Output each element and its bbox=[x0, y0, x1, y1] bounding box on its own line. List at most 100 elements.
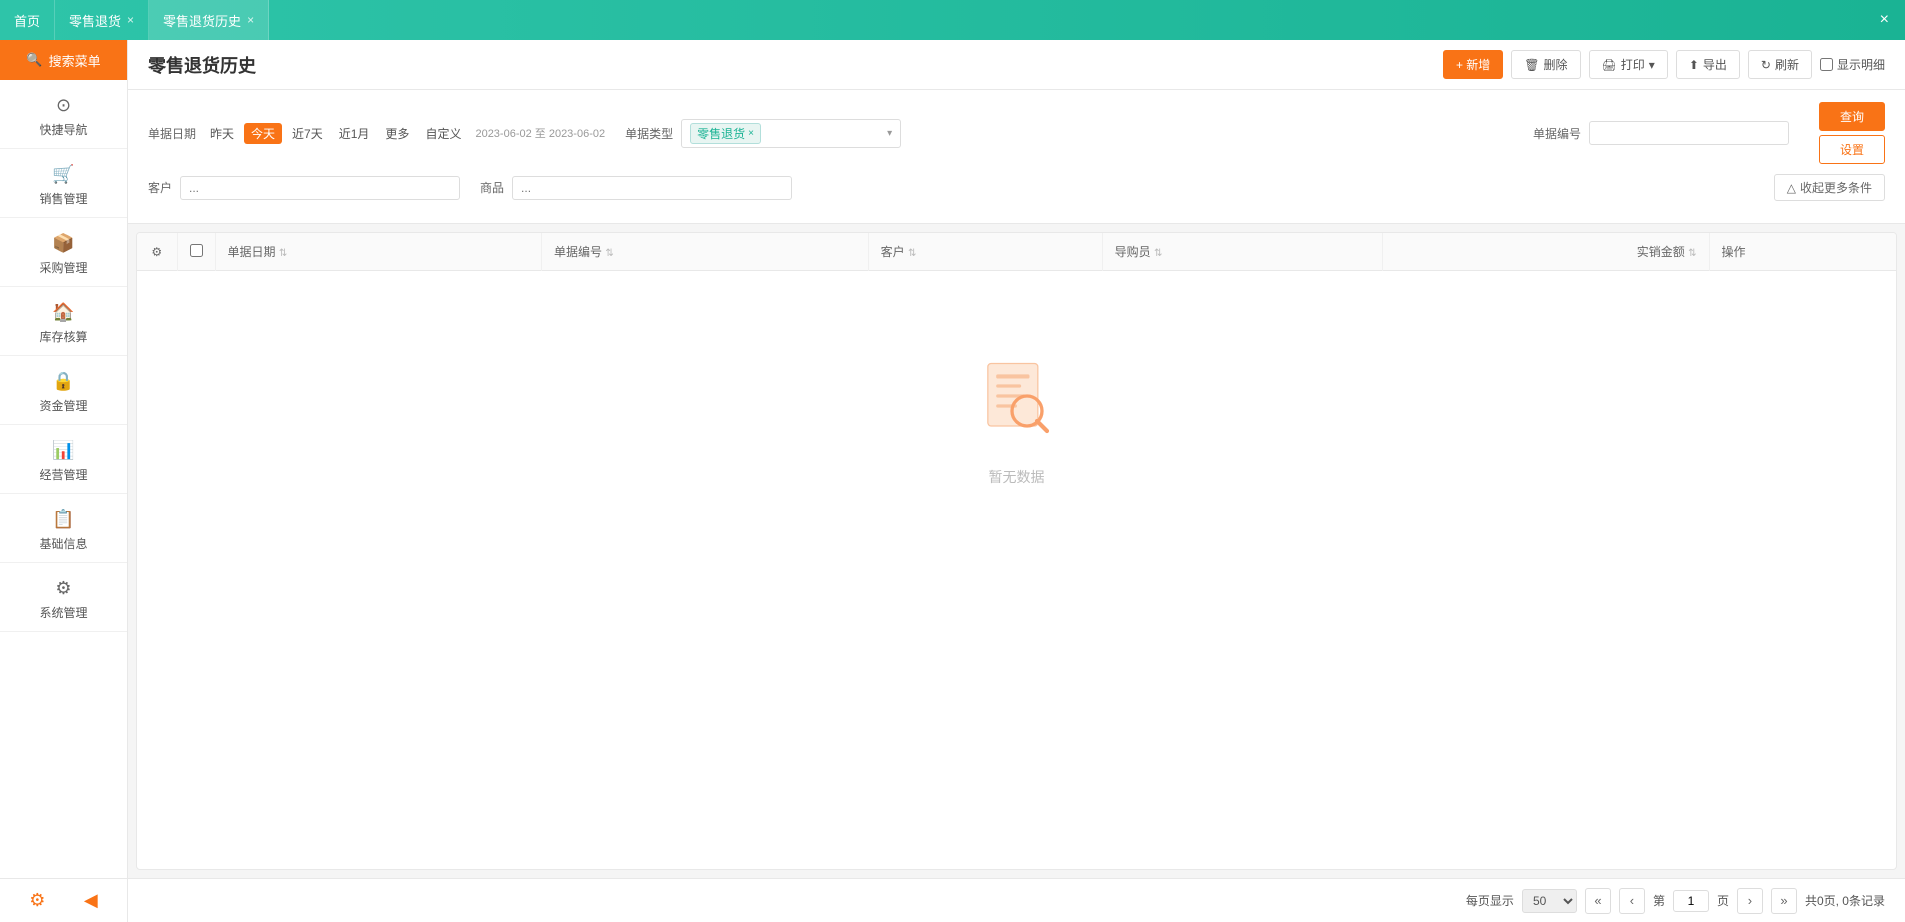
tab-retail-return-history[interactable]: 零售退货历史 × bbox=[149, 0, 269, 40]
refresh-button[interactable]: ↻ 刷新 bbox=[1748, 50, 1812, 79]
total-info: 共0页, 0条记录 bbox=[1805, 892, 1885, 909]
query-button[interactable]: 查询 bbox=[1819, 102, 1885, 131]
goods-filter-field: 商品 bbox=[480, 176, 792, 200]
th-doc-number[interactable]: 单据编号 bbox=[542, 233, 869, 271]
refresh-icon: ↻ bbox=[1761, 58, 1771, 72]
filter-row-1: 单据日期 昨天 今天 近7天 近1月 更多 自定义 2023-06-02 至 2… bbox=[148, 102, 1885, 164]
doc-type-tag-retail-return: 零售退货 × bbox=[690, 123, 761, 144]
collapse-filter-button[interactable]: △ 收起更多条件 bbox=[1774, 174, 1885, 201]
date-filter-field: 单据日期 昨天 今天 近7天 近1月 更多 自定义 2023-06-02 至 2… bbox=[148, 123, 605, 144]
top-bar: 首页 零售退货 × 零售退货历史 × × bbox=[0, 0, 1905, 40]
th-amount[interactable]: 实销金额 bbox=[1382, 233, 1709, 271]
system-mgmt-icon: ⚙ bbox=[53, 577, 75, 599]
customer-filter-field: 客户 bbox=[148, 176, 460, 200]
empty-state: 暂无数据 bbox=[137, 271, 1896, 567]
print-chevron: ▾ bbox=[1649, 58, 1655, 72]
select-all-checkbox[interactable] bbox=[190, 244, 203, 257]
finance-icon: 🔒 bbox=[53, 370, 75, 392]
sidebar-item-quick-nav[interactable]: ⊙ 快捷导航 bbox=[0, 80, 127, 149]
show-detail-checkbox-label: 显示明细 bbox=[1820, 56, 1885, 73]
inventory-icon: 🏠 bbox=[53, 301, 75, 323]
next-page-button[interactable]: › bbox=[1737, 888, 1763, 914]
show-detail-checkbox[interactable] bbox=[1820, 58, 1833, 71]
print-icon: 🖨 bbox=[1602, 58, 1617, 72]
date-quick-buttons: 昨天 今天 近7天 近1月 更多 自定义 2023-06-02 至 2023-0… bbox=[204, 123, 605, 144]
doc-type-select[interactable]: 零售退货 × ▾ bbox=[681, 119, 901, 148]
doc-type-chevron: ▾ bbox=[887, 128, 892, 139]
sidebar-item-purchase-mgmt[interactable]: 📦 采购管理 bbox=[0, 218, 127, 287]
date-btn-more[interactable]: 更多 bbox=[379, 123, 415, 144]
th-actions: 操作 bbox=[1709, 233, 1896, 271]
remove-doc-type-tag[interactable]: × bbox=[748, 128, 754, 139]
doc-type-filter-field: 单据类型 零售退货 × ▾ bbox=[625, 119, 945, 148]
page-size-select[interactable]: 20 50 100 bbox=[1522, 889, 1577, 913]
page-header: 零售退货历史 + 新增 🗑 删除 🖨 打印 ▾ ⬆ 导出 ↻ bbox=[128, 40, 1905, 90]
print-button[interactable]: 🖨 打印 ▾ bbox=[1589, 50, 1668, 79]
empty-text: 暂无数据 bbox=[989, 467, 1045, 487]
sidebar-item-finance[interactable]: 🔒 资金管理 bbox=[0, 356, 127, 425]
export-icon: ⬆ bbox=[1689, 58, 1699, 72]
th-customer[interactable]: 客户 bbox=[868, 233, 1102, 271]
date-btn-1month[interactable]: 近1月 bbox=[333, 123, 376, 144]
empty-illustration bbox=[967, 351, 1067, 451]
export-button[interactable]: ⬆ 导出 bbox=[1676, 50, 1740, 79]
table-body: 暂无数据 bbox=[137, 271, 1896, 568]
basic-info-icon: 📋 bbox=[53, 508, 75, 530]
tab-retail-return[interactable]: 零售退货 × bbox=[55, 0, 149, 40]
sidebar-item-basic-info[interactable]: 📋 基础信息 bbox=[0, 494, 127, 563]
sales-icon: 🛒 bbox=[53, 163, 75, 185]
collapse-sidebar-icon[interactable]: ◀ bbox=[84, 890, 98, 911]
search-icon: 🔍 bbox=[26, 52, 42, 68]
quick-nav-icon: ⊙ bbox=[53, 94, 75, 116]
table-container: ⚙ 单据日期 单据编号 客户 bbox=[136, 232, 1897, 870]
purchase-icon: 📦 bbox=[53, 232, 75, 254]
doc-number-input[interactable] bbox=[1589, 121, 1789, 145]
data-table: ⚙ 单据日期 单据编号 客户 bbox=[137, 233, 1896, 567]
first-page-button[interactable]: « bbox=[1585, 888, 1611, 914]
column-settings-icon[interactable]: ⚙ bbox=[151, 245, 162, 259]
date-btn-yesterday[interactable]: 昨天 bbox=[204, 123, 240, 144]
close-tab-retail-return-history[interactable]: × bbox=[247, 13, 254, 27]
last-page-button[interactable]: » bbox=[1771, 888, 1797, 914]
current-page-input[interactable] bbox=[1673, 890, 1709, 912]
main-layout: 🔍 搜索菜单 ⊙ 快捷导航 🛒 销售管理 📦 采购管理 🏠 库存核算 🔒 bbox=[0, 40, 1905, 922]
th-guide[interactable]: 导购员 bbox=[1102, 233, 1382, 271]
operations-icon: 📊 bbox=[53, 439, 75, 461]
page-title: 零售退货历史 bbox=[148, 52, 256, 78]
empty-cell: 暂无数据 bbox=[137, 271, 1896, 568]
delete-button[interactable]: 🗑 删除 bbox=[1511, 50, 1580, 79]
tab-home[interactable]: 首页 bbox=[0, 0, 55, 40]
sidebar: 🔍 搜索菜单 ⊙ 快捷导航 🛒 销售管理 📦 采购管理 🏠 库存核算 🔒 bbox=[0, 40, 128, 922]
date-btn-today[interactable]: 今天 bbox=[244, 123, 282, 144]
date-btn-custom[interactable]: 自定义 bbox=[419, 123, 467, 144]
content-area: 零售退货历史 + 新增 🗑 删除 🖨 打印 ▾ ⬆ 导出 ↻ bbox=[128, 40, 1905, 922]
sidebar-item-sales-mgmt[interactable]: 🛒 销售管理 bbox=[0, 149, 127, 218]
goods-input[interactable] bbox=[512, 176, 792, 200]
th-doc-date[interactable]: 单据日期 bbox=[215, 233, 542, 271]
filter-area: 单据日期 昨天 今天 近7天 近1月 更多 自定义 2023-06-02 至 2… bbox=[128, 90, 1905, 224]
settings-bottom-icon[interactable]: ⚙ bbox=[29, 890, 45, 911]
doc-number-filter-field: 单据编号 bbox=[1533, 121, 1789, 145]
sidebar-item-inventory[interactable]: 🏠 库存核算 bbox=[0, 287, 127, 356]
prev-page-button[interactable]: ‹ bbox=[1619, 888, 1645, 914]
empty-row: 暂无数据 bbox=[137, 271, 1896, 568]
customer-input[interactable] bbox=[180, 176, 460, 200]
sidebar-item-operations[interactable]: 📊 经营管理 bbox=[0, 425, 127, 494]
delete-icon: 🗑 bbox=[1524, 58, 1539, 72]
th-check bbox=[177, 233, 215, 271]
close-tab-retail-return[interactable]: × bbox=[127, 13, 134, 27]
sidebar-bottom: ⚙ ◀ bbox=[0, 878, 127, 922]
date-btn-7days[interactable]: 近7天 bbox=[286, 123, 329, 144]
table-header-row: ⚙ 单据日期 单据编号 客户 bbox=[137, 233, 1896, 271]
new-button[interactable]: + 新增 bbox=[1443, 50, 1503, 79]
filter-row-2: 客户 商品 △ 收起更多条件 bbox=[148, 174, 1885, 201]
settings-filter-button[interactable]: 设置 bbox=[1819, 135, 1885, 164]
sidebar-search[interactable]: 🔍 搜索菜单 bbox=[0, 40, 127, 80]
th-settings: ⚙ bbox=[137, 233, 177, 271]
collapse-icon: △ bbox=[1787, 181, 1796, 195]
sidebar-item-system-mgmt[interactable]: ⚙ 系统管理 bbox=[0, 563, 127, 632]
sidebar-menu: ⊙ 快捷导航 🛒 销售管理 📦 采购管理 🏠 库存核算 🔒 资金管理 📊 bbox=[0, 80, 127, 878]
pagination-bar: 每页显示 20 50 100 « ‹ 第 页 › » 共0页, 0条记录 bbox=[128, 878, 1905, 922]
header-actions: + 新增 🗑 删除 🖨 打印 ▾ ⬆ 导出 ↻ 刷新 bbox=[1443, 50, 1885, 79]
window-close-button[interactable]: × bbox=[1864, 0, 1905, 40]
